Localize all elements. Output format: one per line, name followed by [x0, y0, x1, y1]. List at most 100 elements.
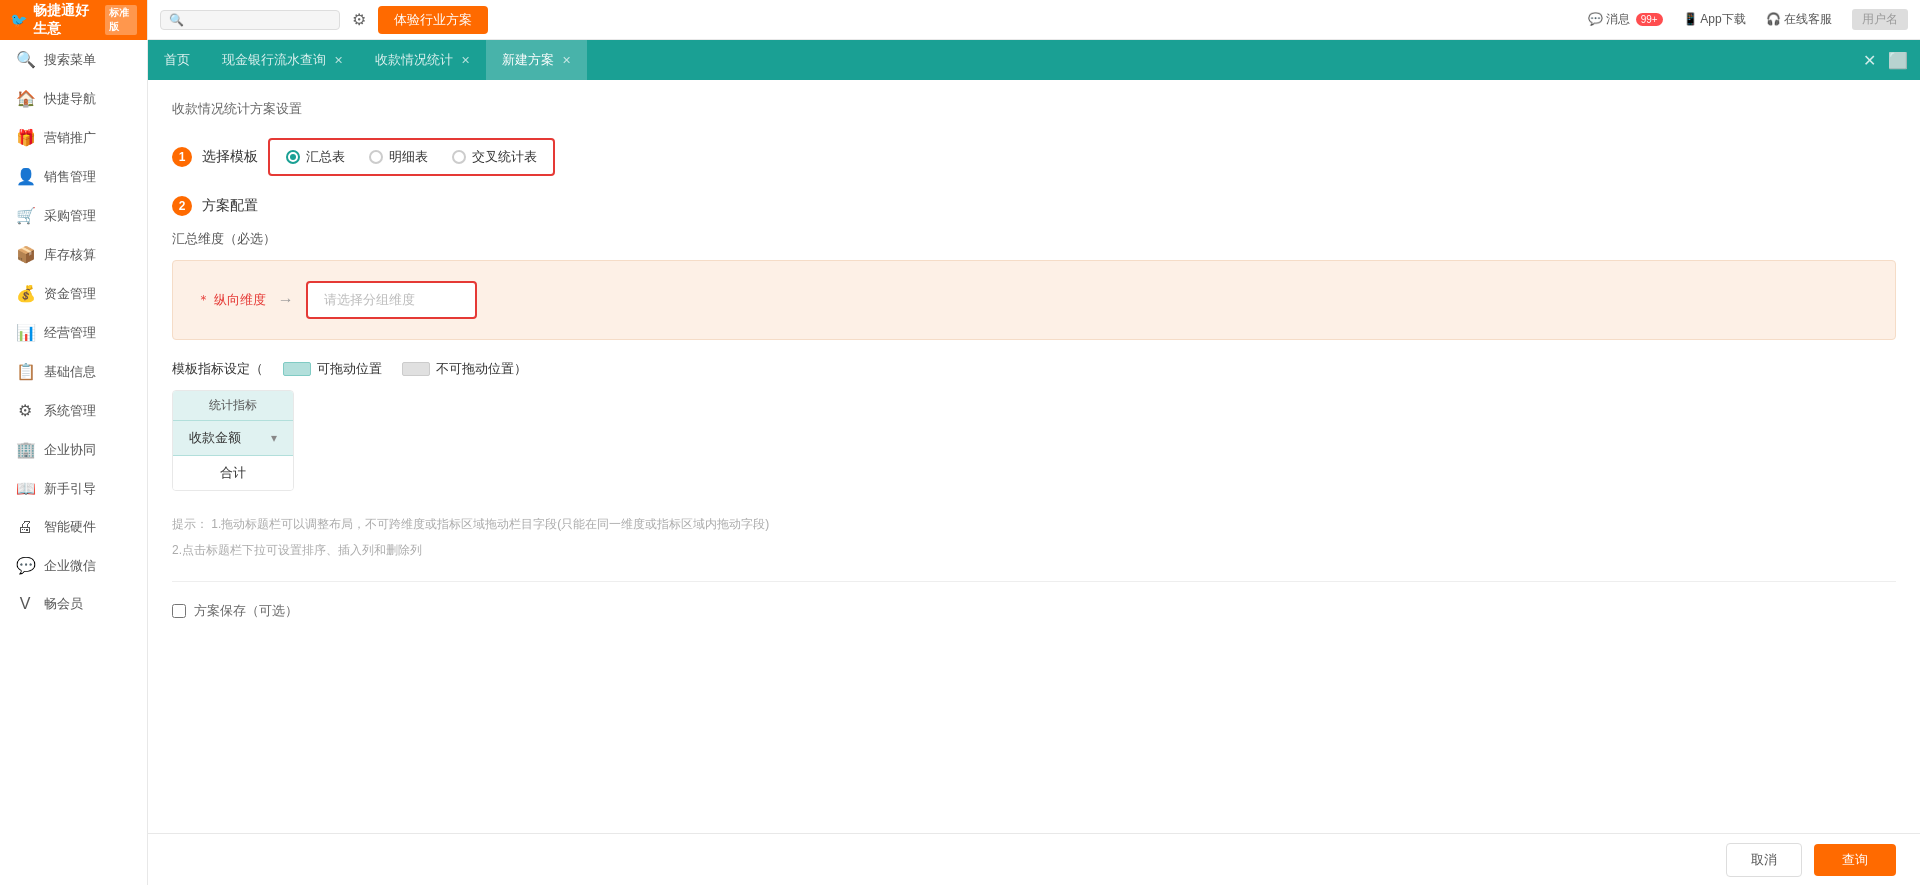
service-btn[interactable]: 🎧 在线客服	[1766, 11, 1832, 28]
sidebar-item-purchase[interactable]: 🛒 采购管理	[0, 196, 147, 235]
service-label: 在线客服	[1784, 12, 1832, 26]
home-icon: 🏠	[16, 89, 34, 108]
sidebar-item-inventory[interactable]: 📦 库存核算	[0, 235, 147, 274]
sidebar-item-quick-nav[interactable]: 🏠 快捷导航	[0, 79, 147, 118]
radio-detail-btn[interactable]	[369, 150, 383, 164]
sidebar-item-guide[interactable]: 📖 新手引导	[0, 469, 147, 508]
user-avatar[interactable]: 用户名	[1852, 9, 1908, 30]
sidebar-label-purchase: 采购管理	[44, 207, 96, 225]
non-draggable-legend-label: 不可拖动位置）	[436, 360, 527, 378]
radio-cross-btn[interactable]	[452, 150, 466, 164]
sidebar-label-sales: 销售管理	[44, 168, 96, 186]
gear-icon: ⚙	[16, 401, 34, 420]
sidebar-item-marketing[interactable]: 🎁 营销推广	[0, 118, 147, 157]
topbar: 🔍 ⚙ 体验行业方案 💬 消息 99+ 📱 App下载 🎧 在线客服 用户名	[148, 0, 1920, 40]
sidebar-item-hardware[interactable]: 🖨 智能硬件	[0, 508, 147, 546]
sidebar-item-sales[interactable]: 👤 销售管理	[0, 157, 147, 196]
sidebar-label-basic-info: 基础信息	[44, 363, 96, 381]
new-plan-label: 新建方案	[502, 51, 554, 69]
printer-icon: 🖨	[16, 518, 34, 536]
radio-detail-label: 明细表	[389, 148, 428, 166]
save-label: 方案保存（可选）	[194, 602, 298, 620]
tip-line1: 提示： 1.拖动标题栏可以调整布局，不可跨维度或指标区域拖动栏目字段(只能在同一…	[172, 514, 1896, 536]
sidebar-label-member: 畅会员	[44, 595, 83, 613]
section1-header: 1 选择模板 汇总表 明细表 交叉统计表	[172, 138, 1896, 176]
bank-flow-close-icon[interactable]: ✕	[334, 54, 343, 67]
sidebar-label-inventory: 库存核算	[44, 246, 96, 264]
sidebar-item-enterprise[interactable]: 🏢 企业协同	[0, 430, 147, 469]
radio-summary[interactable]: 汇总表	[286, 148, 345, 166]
tab-collection-stats[interactable]: 收款情况统计 ✕	[359, 40, 486, 80]
page-area: 收款情况统计方案设置 1 选择模板 汇总表 明细表	[148, 80, 1920, 840]
vertical-label: ＊ 纵向维度	[197, 291, 266, 309]
messages-label: 消息	[1606, 12, 1630, 26]
query-button[interactable]: 查询	[1814, 844, 1896, 876]
sidebar-item-system[interactable]: ⚙ 系统管理	[0, 391, 147, 430]
tip-line2: 2.点击标题栏下拉可设置排序、插入列和删除列	[172, 540, 1896, 562]
radio-cross-label: 交叉统计表	[472, 148, 537, 166]
sidebar-item-funds[interactable]: 💰 资金管理	[0, 274, 147, 313]
section2-number: 2	[172, 196, 192, 216]
dimension-subtitle: 汇总维度（必选）	[172, 230, 1896, 248]
radio-summary-btn[interactable]	[286, 150, 300, 164]
logo-icon: 🐦	[10, 12, 27, 28]
collection-stats-close-icon[interactable]: ✕	[461, 54, 470, 67]
page-title: 收款情况统计方案设置	[172, 100, 1896, 118]
topbar-right: 💬 消息 99+ 📱 App下载 🎧 在线客服 用户名	[1588, 9, 1908, 30]
chart-icon: 📊	[16, 323, 34, 342]
settings-icon[interactable]: ⚙	[352, 10, 366, 29]
sidebar-label-search: 搜索菜单	[44, 51, 96, 69]
radio-summary-label: 汇总表	[306, 148, 345, 166]
tab-new-plan[interactable]: 新建方案 ✕	[486, 40, 587, 80]
sidebar-label-hardware: 智能硬件	[44, 518, 96, 536]
section-divider	[172, 581, 1896, 582]
download-btn[interactable]: 📱 App下载	[1683, 11, 1746, 28]
tab-home[interactable]: 首页	[148, 40, 206, 80]
maximize-icon[interactable]: ⬜	[1888, 51, 1908, 70]
sidebar-label-operations: 经营管理	[44, 324, 96, 342]
main-content: 收款情况统计方案设置 1 选择模板 汇总表 明细表	[148, 80, 1920, 885]
new-plan-close-icon[interactable]: ✕	[562, 54, 571, 67]
dimension-select[interactable]: 请选择分组维度	[306, 281, 477, 319]
gift-icon: 🎁	[16, 128, 34, 147]
sidebar-item-member[interactable]: V 畅会员	[0, 585, 147, 623]
bottom-bar: 取消 查询	[148, 833, 1920, 885]
sidebar-item-basic-info[interactable]: 📋 基础信息	[0, 352, 147, 391]
vertical-label-text: 纵向维度	[214, 292, 266, 307]
tabbar-actions: ✕ ⬜	[1851, 40, 1920, 80]
metrics-header: 模板指标设定（ 可拖动位置 不可拖动位置）	[172, 360, 1896, 378]
sidebar-item-wechat[interactable]: 💬 企业微信	[0, 546, 147, 585]
section1-number: 1	[172, 147, 192, 167]
sidebar-item-operations[interactable]: 📊 经营管理	[0, 313, 147, 352]
sidebar-item-search[interactable]: 🔍 搜索菜单	[0, 40, 147, 79]
dimension-row: ＊ 纵向维度 → 请选择分组维度	[197, 281, 1871, 319]
sidebar-label-wechat: 企业微信	[44, 557, 96, 575]
legend-draggable: 可拖动位置	[283, 360, 382, 378]
box-icon: 📦	[16, 245, 34, 264]
cancel-button[interactable]: 取消	[1726, 843, 1802, 877]
messages-badge: 99+	[1636, 13, 1663, 26]
search-icon: 🔍	[169, 13, 184, 27]
home-tab-label: 首页	[164, 51, 190, 69]
save-option: 方案保存（可选）	[172, 602, 1896, 620]
trial-button[interactable]: 体验行业方案	[378, 6, 488, 34]
non-draggable-legend-box	[402, 362, 430, 376]
radio-cross[interactable]: 交叉统计表	[452, 148, 537, 166]
save-checkbox[interactable]	[172, 604, 186, 618]
close-window-icon[interactable]: ✕	[1863, 51, 1876, 70]
sidebar-label-enterprise: 企业协同	[44, 441, 96, 459]
metrics-dropdown-icon[interactable]: ▾	[271, 431, 277, 445]
radio-detail[interactable]: 明细表	[369, 148, 428, 166]
metrics-table: 统计指标 收款金额 ▾ 合计	[172, 390, 294, 491]
metrics-total: 合计	[173, 456, 293, 490]
search-box[interactable]: 🔍	[160, 10, 340, 30]
legend-non-draggable: 不可拖动位置）	[402, 360, 527, 378]
tab-bank-flow[interactable]: 现金银行流水查询 ✕	[206, 40, 359, 80]
section-config: 2 方案配置 汇总维度（必选） ＊ 纵向维度 → 请选择分组维度	[172, 196, 1896, 561]
dimension-area: ＊ 纵向维度 → 请选择分组维度	[172, 260, 1896, 340]
version-badge: 标准版	[105, 5, 137, 35]
messages-btn[interactable]: 💬 消息 99+	[1588, 11, 1663, 28]
sidebar-label-quick-nav: 快捷导航	[44, 90, 96, 108]
download-label: App下载	[1700, 12, 1745, 26]
sidebar-label-guide: 新手引导	[44, 480, 96, 498]
